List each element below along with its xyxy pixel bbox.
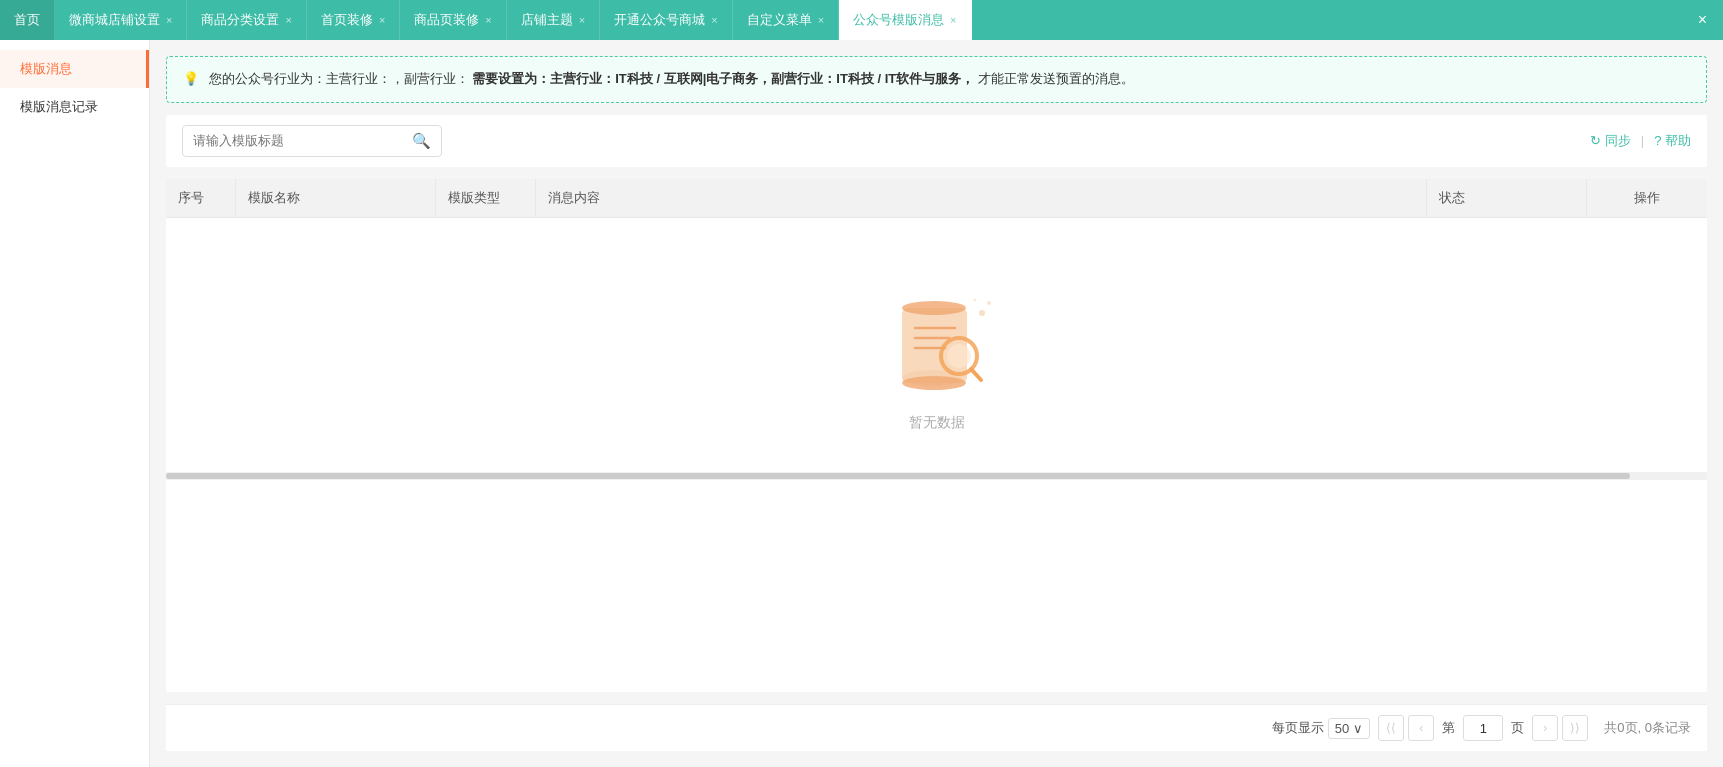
- svg-point-12: [973, 298, 976, 301]
- notice-icon: 💡: [183, 69, 199, 90]
- nav-tab-product-decor[interactable]: 商品页装修 ×: [400, 0, 506, 40]
- svg-line-9: [971, 369, 981, 380]
- next-page-button[interactable]: ›: [1532, 715, 1558, 741]
- search-button[interactable]: 🔍: [402, 126, 441, 156]
- sync-button[interactable]: ↻ 同步: [1590, 132, 1631, 150]
- search-bar: 🔍 ↻ 同步 | ? 帮助: [166, 115, 1707, 167]
- page-controls: ⟨⟨ ‹ 第 页 › ⟩⟩: [1378, 715, 1588, 741]
- close-custom-menu[interactable]: ×: [818, 14, 824, 26]
- scrollbar-thumb: [166, 473, 1630, 479]
- main-layout: 模版消息 模版消息记录 💡 您的公众号行业为：主营行业：，副营行业： 需要设置为…: [0, 40, 1723, 767]
- page-size-label: 每页显示: [1272, 719, 1324, 737]
- table-wrap: 序号 模版名称 模版类型 消息内容 状态 操作: [166, 179, 1707, 692]
- sidebar-item-template-message-log[interactable]: 模版消息记录: [0, 88, 149, 126]
- page-number-input[interactable]: [1463, 715, 1503, 741]
- page-label-before: 第: [1442, 719, 1455, 737]
- first-page-button[interactable]: ⟨⟨: [1378, 715, 1404, 741]
- content-area: 💡 您的公众号行业为：主营行业：，副营行业： 需要设置为：主营行业：IT科技 /…: [150, 40, 1723, 767]
- search-actions: ↻ 同步 | ? 帮助: [1590, 132, 1691, 150]
- page-label-after: 页: [1511, 719, 1524, 737]
- action-divider: |: [1641, 133, 1644, 148]
- th-status: 状态: [1427, 179, 1587, 217]
- close-home-decor[interactable]: ×: [379, 14, 385, 26]
- sidebar: 模版消息 模版消息记录: [0, 40, 150, 767]
- global-close-icon[interactable]: ×: [1698, 11, 1707, 29]
- sidebar-item-template-message[interactable]: 模版消息: [0, 50, 149, 88]
- th-action: 操作: [1587, 179, 1707, 217]
- empty-illustration: [877, 278, 997, 398]
- empty-text: 暂无数据: [909, 414, 965, 432]
- close-category-settings[interactable]: ×: [285, 14, 291, 26]
- prev-page-button[interactable]: ‹: [1408, 715, 1434, 741]
- svg-point-2: [902, 301, 966, 315]
- svg-point-3: [902, 376, 966, 390]
- th-index: 序号: [166, 179, 236, 217]
- search-input[interactable]: [183, 127, 402, 154]
- close-shop-settings[interactable]: ×: [166, 14, 172, 26]
- page-size-dropdown[interactable]: 50 ∨: [1328, 718, 1370, 739]
- top-nav: 首页 微商城店铺设置 × 商品分类设置 × 首页装修 × 商品页装修 × 店铺主…: [0, 0, 1723, 40]
- chevron-down-icon: ∨: [1353, 721, 1363, 736]
- nav-tab-open-mall[interactable]: 开通公众号商城 ×: [600, 0, 732, 40]
- nav-tab-shop-settings[interactable]: 微商城店铺设置 ×: [55, 0, 187, 40]
- empty-state: 暂无数据: [166, 218, 1707, 472]
- last-page-button[interactable]: ⟩⟩: [1562, 715, 1588, 741]
- svg-point-11: [987, 301, 991, 305]
- help-icon: ?: [1654, 133, 1661, 148]
- close-product-decor[interactable]: ×: [485, 14, 491, 26]
- nav-tab-shop-theme[interactable]: 店铺主题 ×: [507, 0, 600, 40]
- svg-point-10: [979, 310, 985, 316]
- nav-tab-category-settings[interactable]: 商品分类设置 ×: [187, 0, 306, 40]
- th-content: 消息内容: [536, 179, 1427, 217]
- horizontal-scrollbar[interactable]: [166, 472, 1707, 480]
- nav-tab-custom-menu[interactable]: 自定义菜单 ×: [733, 0, 839, 40]
- close-open-mall[interactable]: ×: [711, 14, 717, 26]
- svg-point-8: [947, 344, 971, 368]
- close-template-msg[interactable]: ×: [950, 14, 956, 26]
- pagination-bar: 每页显示 50 ∨ ⟨⟨ ‹ 第 页 › ⟩⟩ 共0页, 0条记录: [166, 704, 1707, 751]
- th-name: 模版名称: [236, 179, 436, 217]
- table-header: 序号 模版名称 模版类型 消息内容 状态 操作: [166, 179, 1707, 218]
- notice-banner: 💡 您的公众号行业为：主营行业：，副营行业： 需要设置为：主营行业：IT科技 /…: [166, 56, 1707, 103]
- th-type: 模版类型: [436, 179, 536, 217]
- nav-tab-template-msg[interactable]: 公众号模版消息 ×: [839, 0, 971, 40]
- sync-icon: ↻: [1590, 133, 1601, 148]
- nav-tab-home[interactable]: 首页: [0, 0, 55, 40]
- help-button[interactable]: ? 帮助: [1654, 132, 1691, 150]
- close-shop-theme[interactable]: ×: [579, 14, 585, 26]
- nav-tab-home-decor[interactable]: 首页装修 ×: [307, 0, 400, 40]
- page-size-select: 每页显示 50 ∨: [1272, 718, 1370, 739]
- page-total: 共0页, 0条记录: [1604, 719, 1691, 737]
- search-input-wrap: 🔍: [182, 125, 442, 157]
